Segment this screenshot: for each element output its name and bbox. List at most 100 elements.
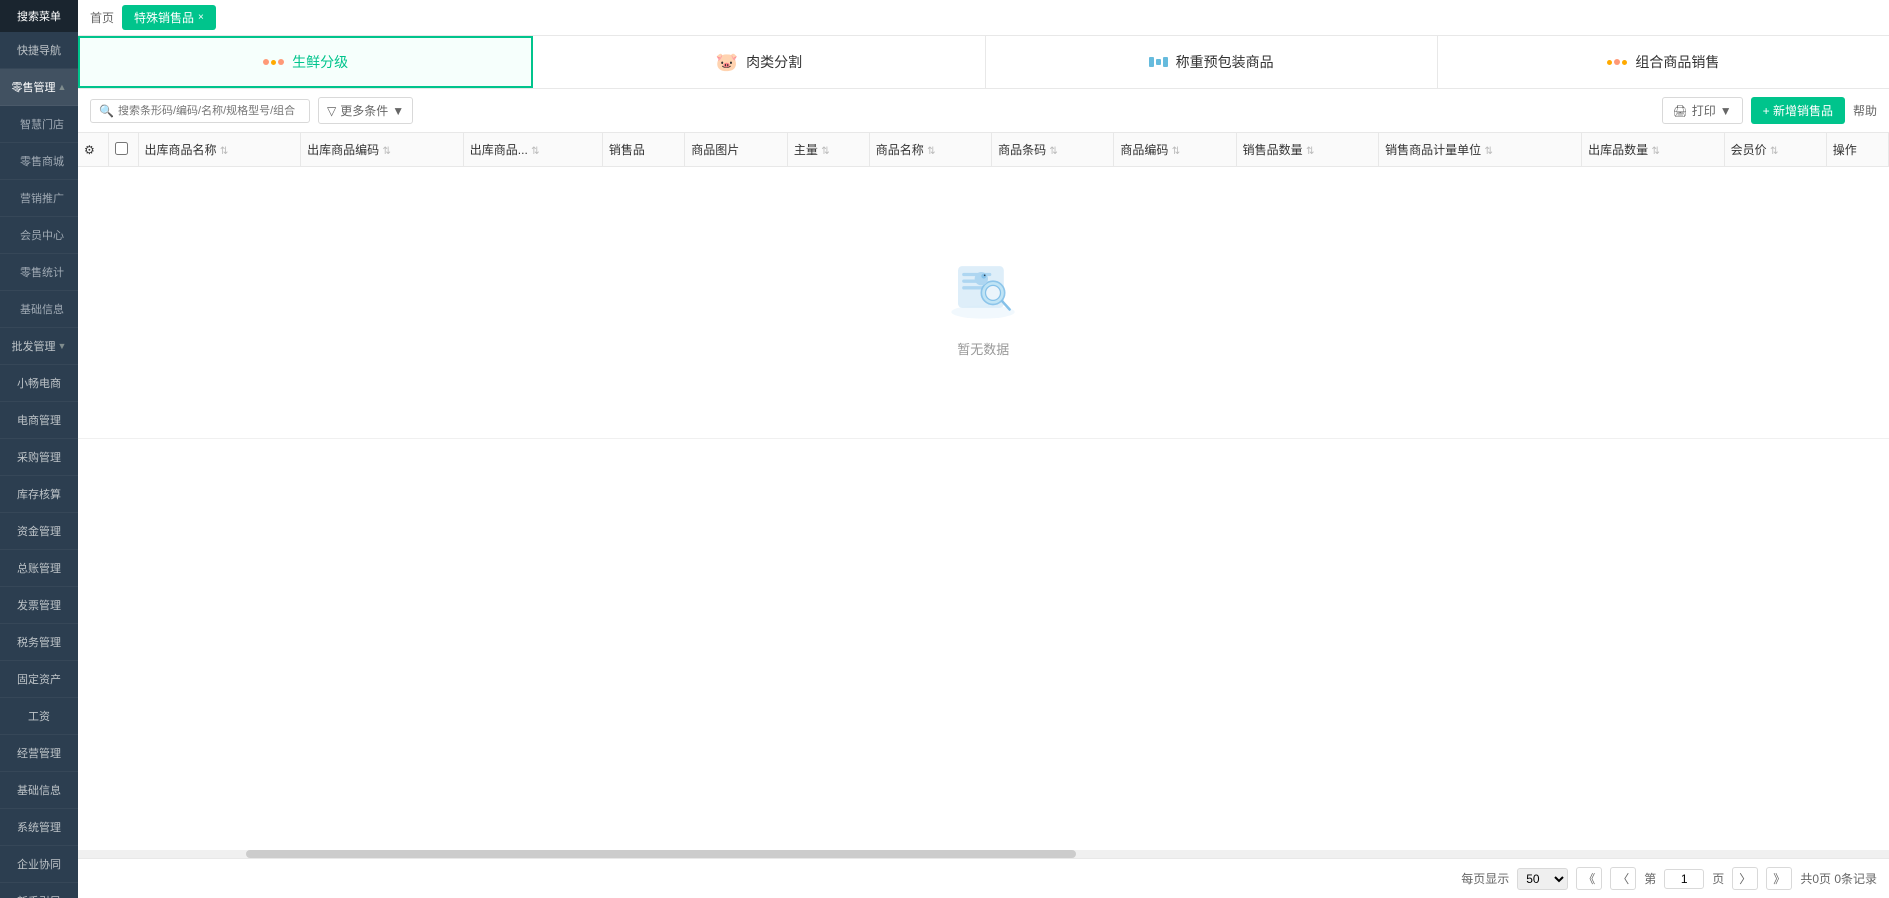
- sidebar-item-basic-info-retail[interactable]: 基础信息: [0, 291, 78, 328]
- col-outbound-name: 出库商品名称 ⇅: [138, 133, 301, 167]
- tab-label: 组合商品销售: [1635, 52, 1719, 72]
- sort-icon[interactable]: ⇅: [383, 146, 391, 157]
- print-label: 打印: [1692, 102, 1716, 119]
- sidebar-item-invoice[interactable]: 发票管理: [0, 587, 78, 624]
- sidebar-item-label: 小畅电商: [17, 375, 61, 391]
- sort-icon[interactable]: ⇅: [1172, 146, 1180, 157]
- sidebar-item-label: 零售商城: [20, 153, 64, 169]
- col-barcode: 商品条码 ⇅: [992, 133, 1114, 167]
- sidebar-item-system[interactable]: 系统管理: [0, 809, 78, 846]
- tab-fresh-grading[interactable]: 生鲜分级: [78, 36, 533, 88]
- sort-icon[interactable]: ⇅: [821, 146, 829, 157]
- sidebar-item-label: 基础信息: [20, 301, 64, 317]
- chevron-icon: ▲: [58, 82, 67, 92]
- sidebar-item-basic-info[interactable]: 基础信息: [0, 772, 78, 809]
- sidebar-item-ledger[interactable]: 总账管理: [0, 550, 78, 587]
- search-box[interactable]: 🔍: [90, 99, 310, 123]
- toolbar: 🔍 ▽ 更多条件 ▼ 🖨 打印 ▼ + 新增销售品 帮助: [78, 89, 1889, 133]
- sort-icon[interactable]: ⇅: [927, 146, 935, 157]
- col-product-name: 商品名称 ⇅: [869, 133, 991, 167]
- sort-icon[interactable]: ⇅: [1651, 146, 1659, 157]
- chevron-down-icon: ▼: [392, 104, 404, 118]
- content-area: 生鲜分级 🐷 肉类分割 称重预包装商品: [78, 36, 1889, 898]
- prev-page-button[interactable]: 〈: [1610, 867, 1636, 890]
- select-all-checkbox[interactable]: [115, 142, 128, 155]
- filter-label: 更多条件: [340, 102, 388, 119]
- sidebar-item-label: 电商管理: [17, 412, 61, 428]
- sidebar-item-smart-store[interactable]: 智慧门店: [0, 106, 78, 143]
- sort-icon[interactable]: ⇅: [531, 146, 539, 157]
- close-icon[interactable]: ×: [198, 12, 204, 23]
- col-outbound-code: 出库商品编码 ⇅: [301, 133, 464, 167]
- sidebar-item-label: 工资: [28, 708, 50, 724]
- sidebar-item-quick-nav[interactable]: 快捷导航: [0, 32, 78, 69]
- sidebar-item-marketing[interactable]: 营销推广: [0, 180, 78, 217]
- tab-weighed-prepack[interactable]: 称重预包装商品: [986, 36, 1438, 88]
- checkbox-col-header[interactable]: [108, 133, 138, 167]
- sidebar-item-salary[interactable]: 工资: [0, 698, 78, 735]
- sidebar-item-label: 智慧门店: [20, 116, 64, 132]
- help-button[interactable]: 帮助: [1853, 102, 1877, 119]
- breadcrumb-home[interactable]: 首页: [90, 9, 114, 26]
- sidebar-item-finance[interactable]: 资金管理: [0, 513, 78, 550]
- sidebar-item-label: 企业协同: [17, 856, 61, 872]
- sidebar-item-inventory[interactable]: 库存核算: [0, 476, 78, 513]
- sidebar-item-label: 总账管理: [17, 560, 61, 576]
- pagination-bar: 每页显示 50 20 100 《 〈 第 页 〉 》 共0页 0条记录: [78, 858, 1889, 898]
- tab-icon-scale: [1149, 57, 1168, 67]
- sidebar-item-purchase[interactable]: 采购管理: [0, 439, 78, 476]
- scrollbar-thumb[interactable]: [246, 850, 1076, 858]
- page-size-select[interactable]: 50 20 100: [1517, 868, 1568, 890]
- empty-state: 暂无数据: [78, 167, 1889, 438]
- sidebar-item-retail-stats[interactable]: 零售统计: [0, 254, 78, 291]
- col-main-qty: 主量 ⇅: [787, 133, 869, 167]
- add-product-button[interactable]: + 新增销售品: [1751, 97, 1845, 124]
- sidebar-item-ecom-mgmt[interactable]: 电商管理: [0, 402, 78, 439]
- empty-illustration: [933, 247, 1033, 327]
- col-product-code: 商品编码 ⇅: [1114, 133, 1236, 167]
- tab-meat-cutting[interactable]: 🐷 肉类分割: [533, 36, 985, 88]
- sort-icon[interactable]: ⇅: [1484, 146, 1492, 157]
- sidebar-item-label: 会员中心: [20, 227, 64, 243]
- tab-icon-combo: [1607, 59, 1627, 65]
- sidebar-item-ecom-small[interactable]: 小畅电商: [0, 365, 78, 402]
- sidebar-item-wholesale[interactable]: 批发管理 ▼: [0, 328, 78, 365]
- sidebar-item-label: 零售管理: [12, 79, 56, 95]
- col-sales-item: 销售品: [602, 133, 684, 167]
- sidebar-item-retail-mall[interactable]: 零售商城: [0, 143, 78, 180]
- page-number-input[interactable]: [1664, 869, 1704, 889]
- sidebar-item-label: 新手引导: [17, 893, 61, 898]
- tab-icon-fresh: [263, 59, 284, 65]
- sidebar-item-label: 发票管理: [17, 597, 61, 613]
- col-outbound-qty: 出库品数量 ⇅: [1582, 133, 1724, 167]
- search-input[interactable]: [118, 105, 301, 117]
- sidebar-logo[interactable]: 搜索菜单: [0, 0, 78, 32]
- total-info: 共0页 0条记录: [1800, 870, 1877, 887]
- col-outbound-spec: 出库商品... ⇅: [463, 133, 602, 167]
- sidebar-item-retail[interactable]: 零售管理 ▲: [0, 69, 78, 106]
- tab-combo-sales[interactable]: 组合商品销售: [1438, 36, 1889, 88]
- first-page-button[interactable]: 《: [1576, 867, 1602, 890]
- last-page-button[interactable]: 》: [1766, 867, 1792, 890]
- tab-label: 称重预包装商品: [1176, 52, 1274, 72]
- sidebar-item-label: 零售统计: [20, 264, 64, 280]
- active-tab[interactable]: 特殊销售品 ×: [122, 5, 216, 30]
- sidebar-item-newbie[interactable]: 新手引导: [0, 883, 78, 898]
- sort-icon[interactable]: ⇅: [1770, 146, 1778, 157]
- sidebar-item-business-mgmt[interactable]: 经营管理: [0, 735, 78, 772]
- main-content: 首页 特殊销售品 × 生鲜分级 🐷 肉类分割: [78, 0, 1889, 898]
- data-table: ⚙ 出库商品名称 ⇅ 出库商品编码 ⇅ 出库商品... ⇅ 销售品 商品图片 主…: [78, 133, 1889, 439]
- settings-col-header[interactable]: ⚙: [78, 133, 108, 167]
- sort-icon[interactable]: ⇅: [1306, 146, 1314, 157]
- sidebar-item-enterprise[interactable]: 企业协同: [0, 846, 78, 883]
- sidebar-item-tax[interactable]: 税务管理: [0, 624, 78, 661]
- next-page-button[interactable]: 〉: [1732, 867, 1758, 890]
- sidebar-item-membership[interactable]: 会员中心: [0, 217, 78, 254]
- sidebar-item-fixed-assets[interactable]: 固定资产: [0, 661, 78, 698]
- print-button[interactable]: 🖨 打印 ▼: [1662, 97, 1743, 124]
- sort-icon[interactable]: ⇅: [1049, 146, 1057, 157]
- sort-icon[interactable]: ⇅: [220, 146, 228, 157]
- sidebar-item-label: 经营管理: [17, 745, 61, 761]
- filter-button[interactable]: ▽ 更多条件 ▼: [318, 97, 413, 124]
- horizontal-scrollbar[interactable]: [78, 850, 1889, 858]
